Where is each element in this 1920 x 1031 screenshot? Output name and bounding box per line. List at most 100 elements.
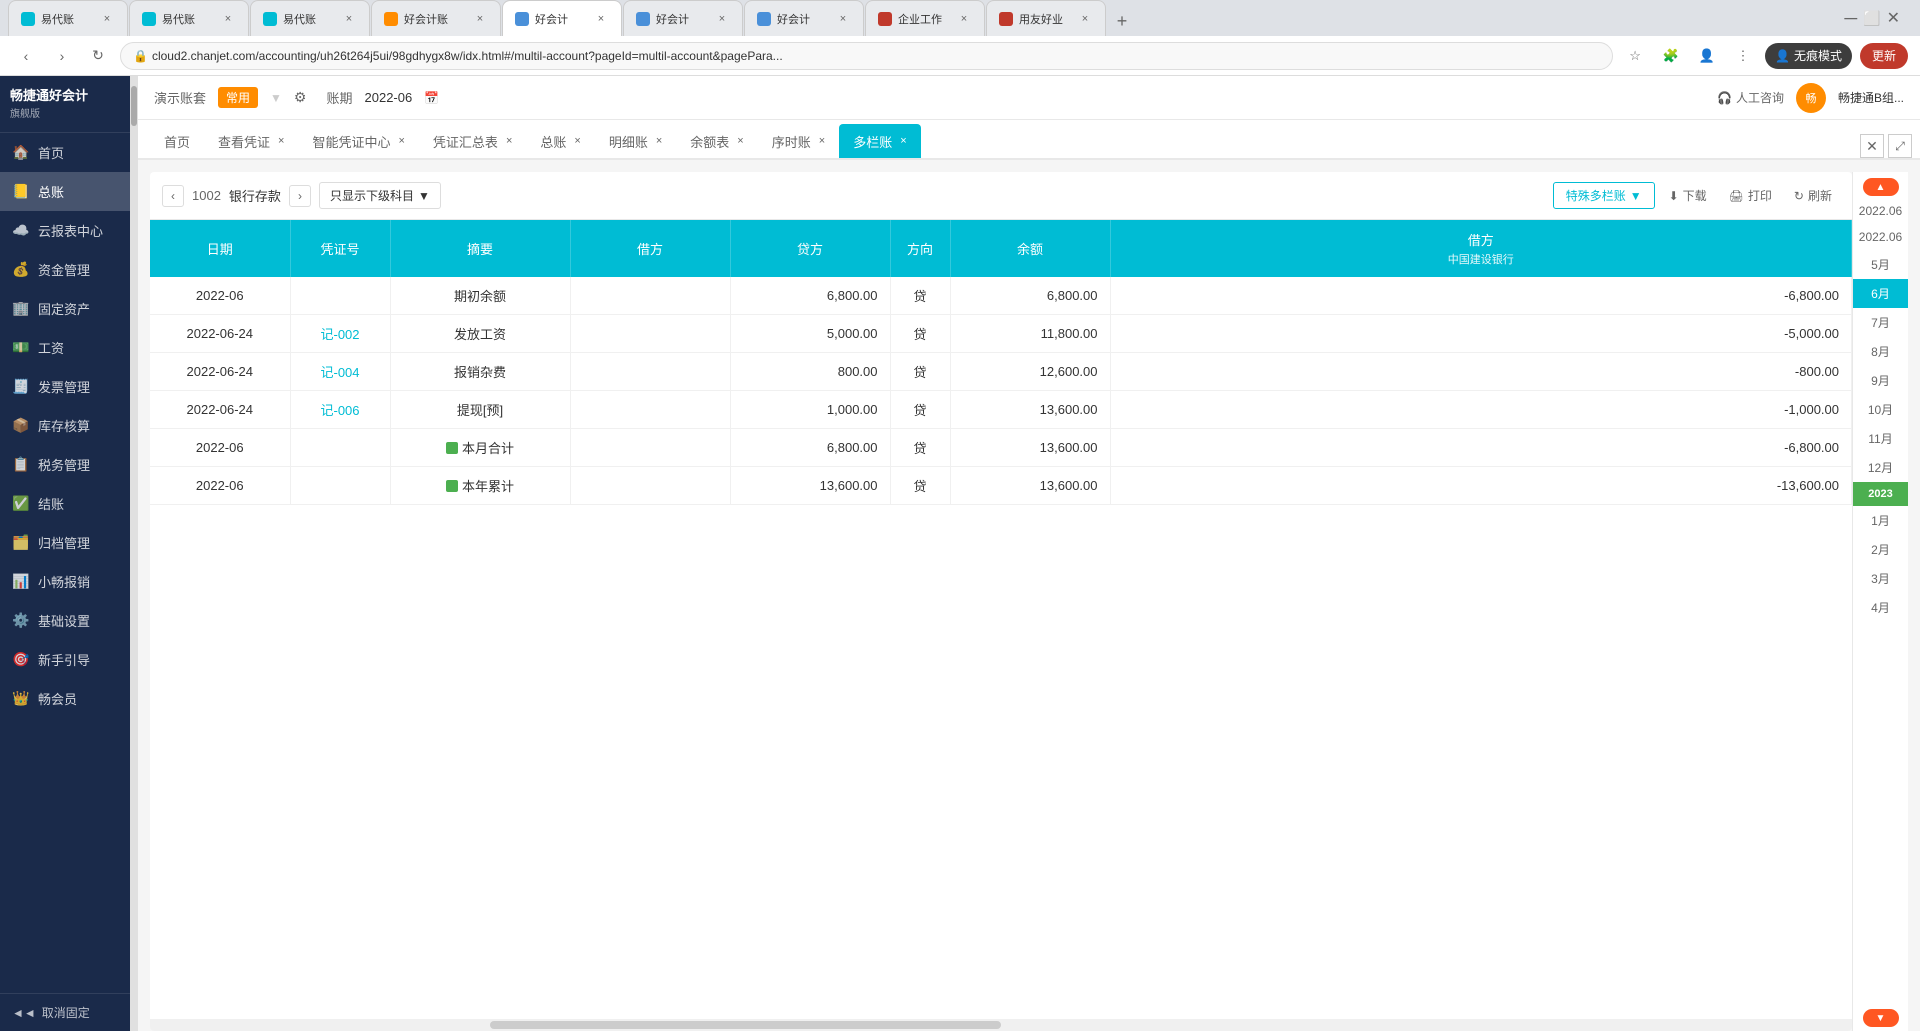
bookmark-button[interactable]: ☆ xyxy=(1621,42,1649,70)
browser-tab-9[interactable]: 用友好业 × xyxy=(986,0,1106,36)
user-avatar[interactable]: 畅 xyxy=(1796,83,1826,113)
sidebar-item-invoice[interactable]: 🧾 发票管理 xyxy=(0,367,130,406)
close-tab-multi-column[interactable]: × xyxy=(900,135,906,147)
sidebar-item-member[interactable]: 👑 畅会员 xyxy=(0,679,130,718)
date-nav-december[interactable]: 12月 xyxy=(1853,453,1908,482)
close-tab-chronological[interactable]: × xyxy=(819,135,825,147)
close-tab-smart-voucher[interactable]: × xyxy=(398,135,404,147)
date-nav-july[interactable]: 7月 xyxy=(1853,308,1908,337)
page-tab-voucher[interactable]: 查看凭证 × xyxy=(204,124,298,158)
close-tab-voucher[interactable]: × xyxy=(278,135,284,147)
page-tab-home[interactable]: 首页 xyxy=(150,124,204,158)
sidebar-item-archive-label: 归档管理 xyxy=(38,533,90,552)
headset-icon: 🎧 xyxy=(1717,91,1732,105)
date-nav-november[interactable]: 11月 xyxy=(1853,424,1908,453)
extension-button[interactable]: 🧩 xyxy=(1657,42,1685,70)
settings-button[interactable]: ⋮ xyxy=(1729,42,1757,70)
print-button[interactable]: 🖨 打印 xyxy=(1721,183,1780,208)
refresh-browser-button[interactable]: ↻ xyxy=(84,42,112,70)
browser-tab-1[interactable]: 易代账 × xyxy=(8,0,128,36)
col-credit-header: 贷方 xyxy=(730,220,890,277)
sidebar-item-funds[interactable]: 💰 资金管理 xyxy=(0,250,130,289)
page-tab-multi-column[interactable]: 多栏账 × xyxy=(839,124,920,158)
page-tab-voucher-summary[interactable]: 凭证汇总表 × xyxy=(419,124,526,158)
cell-voucher xyxy=(290,277,390,315)
page-tab-smart-voucher[interactable]: 智能凭证中心 × xyxy=(298,124,418,158)
sidebar-scrollbar[interactable] xyxy=(130,76,138,1031)
cell-voucher[interactable]: 记-006 xyxy=(290,391,390,429)
download-button[interactable]: ⬇ 下载 xyxy=(1661,183,1715,208)
sidebar-pin-toggle[interactable]: ◄◄ 取消固定 xyxy=(0,993,130,1031)
sidebar-item-fixed-assets[interactable]: 🏢 固定资产 xyxy=(0,289,130,328)
gear-icon[interactable]: ⚙ xyxy=(294,89,307,106)
forward-button[interactable]: › xyxy=(48,42,76,70)
new-tab-button[interactable]: + xyxy=(1107,6,1137,36)
refresh-ledger-button[interactable]: ↻ 刷新 xyxy=(1786,183,1840,208)
sidebar-item-archive[interactable]: 🗂️ 归档管理 xyxy=(0,523,130,562)
browser-tab-4[interactable]: 好会计账 × xyxy=(371,0,501,36)
back-button[interactable]: ‹ xyxy=(12,42,40,70)
refresh-icon: ↻ xyxy=(1794,189,1804,203)
sidebar-item-fixed-assets-label: 固定资产 xyxy=(38,299,90,318)
page-tab-general-ledger[interactable]: 总账 × xyxy=(526,124,594,158)
date-nav-august[interactable]: 8月 xyxy=(1853,337,1908,366)
filter-subcategory-button[interactable]: 只显示下级科目 ▼ xyxy=(319,182,441,209)
restore-button[interactable]: ⬜ xyxy=(1863,10,1880,27)
sidebar-item-close-books[interactable]: ✅ 结账 xyxy=(0,484,130,523)
sidebar-item-settings[interactable]: ⚙️ 基础设置 xyxy=(0,601,130,640)
prev-account-button[interactable]: ‹ xyxy=(162,185,184,207)
date-nav-scroll-down[interactable]: ▼ xyxy=(1863,1009,1899,1027)
expand-panel-button[interactable]: ⤢ xyxy=(1888,134,1912,158)
date-nav-scroll-up[interactable]: ▲ xyxy=(1863,178,1899,196)
close-tab-detailed-ledger[interactable]: × xyxy=(656,135,662,147)
date-nav-mar-2023[interactable]: 3月 xyxy=(1853,564,1908,593)
sidebar-item-home[interactable]: 🏠 首页 xyxy=(0,133,130,172)
date-nav-apr-2023[interactable]: 4月 xyxy=(1853,593,1908,622)
page-tab-balance[interactable]: 余额表 × xyxy=(676,124,757,158)
browser-tab-5[interactable]: 好会计 × xyxy=(502,0,622,36)
browser-tab-3[interactable]: 易代账 × xyxy=(250,0,370,36)
browser-tab-7[interactable]: 好会计 × xyxy=(744,0,864,36)
url-bar[interactable]: 🔒 cloud2.chanjet.com/accounting/uh26t264… xyxy=(120,42,1613,70)
close-tab-balance[interactable]: × xyxy=(737,135,743,147)
close-tab-voucher-summary[interactable]: × xyxy=(506,135,512,147)
collapse-panel-button[interactable]: ✕ xyxy=(1860,134,1884,158)
sidebar-item-ledger[interactable]: 📒 总账 xyxy=(0,172,130,211)
ai-service-button[interactable]: 🎧 人工咨询 xyxy=(1717,89,1784,106)
sidebar-item-tax[interactable]: 📋 税务管理 xyxy=(0,445,130,484)
date-nav-may[interactable]: 5月 xyxy=(1853,250,1908,279)
date-nav-september[interactable]: 9月 xyxy=(1853,366,1908,395)
cell-voucher[interactable]: 记-002 xyxy=(290,315,390,353)
cell-extra: -6,800.00 xyxy=(1110,429,1852,467)
next-account-button[interactable]: › xyxy=(289,185,311,207)
horizontal-scrollbar[interactable] xyxy=(150,1019,1852,1031)
browser-tab-8[interactable]: 企业工作 × xyxy=(865,0,985,36)
page-tab-detailed-ledger[interactable]: 明细账 × xyxy=(595,124,676,158)
sidebar-item-inventory[interactable]: 📦 库存核算 xyxy=(0,406,130,445)
close-window-button[interactable]: ✕ xyxy=(1887,8,1900,28)
scroll-thumb[interactable] xyxy=(490,1021,1001,1029)
no-trace-button[interactable]: 👤 无痕模式 xyxy=(1765,43,1852,69)
date-nav-feb-2023[interactable]: 2月 xyxy=(1853,535,1908,564)
page-tab-chronological[interactable]: 序时账 × xyxy=(758,124,839,158)
ledger-panel: ‹ 1002 银行存款 › 只显示下级科目 ▼ 特殊多栏账 ▼ xyxy=(150,172,1852,1031)
sidebar-item-payroll[interactable]: 💵 工资 xyxy=(0,328,130,367)
date-nav-jan-2023[interactable]: 1月 xyxy=(1853,506,1908,535)
browser-tab-2[interactable]: 易代账 × xyxy=(129,0,249,36)
date-nav-2022-06-first[interactable]: 2022.06 xyxy=(1853,198,1908,224)
date-nav-2022-06-second[interactable]: 2022.06 xyxy=(1853,224,1908,250)
user-profile-button[interactable]: 👤 xyxy=(1693,42,1721,70)
browser-tab-6[interactable]: 好会计 × xyxy=(623,0,743,36)
sidebar-item-cloud-report[interactable]: ☁️ 云报表中心 xyxy=(0,211,130,250)
cell-voucher[interactable]: 记-004 xyxy=(290,353,390,391)
sidebar-item-guide[interactable]: 🎯 新手引导 xyxy=(0,640,130,679)
update-button[interactable]: 更新 xyxy=(1860,43,1908,69)
date-nav-june[interactable]: 6月 xyxy=(1853,279,1908,308)
member-icon: 👑 xyxy=(12,689,30,707)
minimize-button[interactable]: ─ xyxy=(1844,8,1857,29)
special-multi-column-button[interactable]: 特殊多栏账 ▼ xyxy=(1553,182,1655,209)
sidebar-item-expense[interactable]: 📊 小畅报销 xyxy=(0,562,130,601)
date-nav-october[interactable]: 10月 xyxy=(1853,395,1908,424)
date-nav-year-2023[interactable]: 2023 xyxy=(1853,482,1908,506)
close-tab-general-ledger[interactable]: × xyxy=(574,135,580,147)
